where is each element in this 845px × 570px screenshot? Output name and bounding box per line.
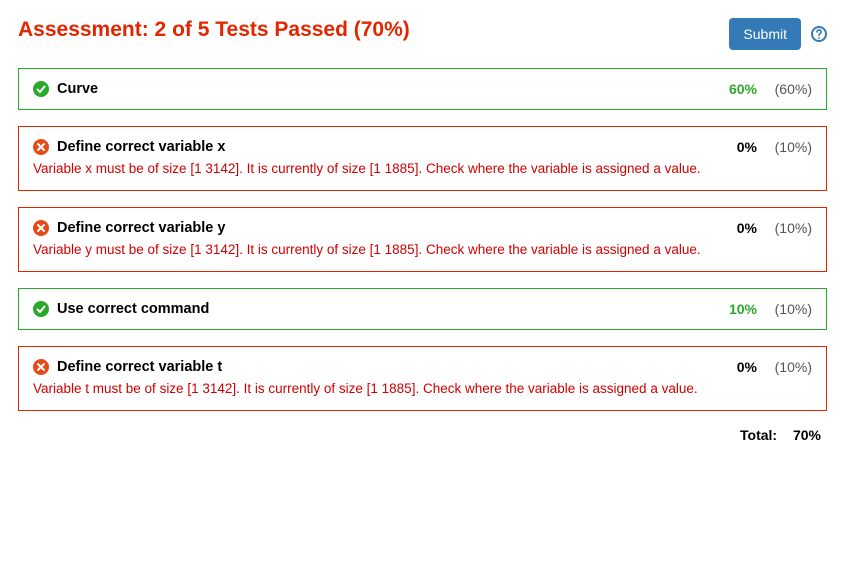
test-row: Curve60%(60%) — [33, 81, 812, 97]
page-title: Assessment: 2 of 5 Tests Passed (70%) — [18, 18, 410, 42]
test-row: Define correct variable y0%(10%) — [33, 220, 812, 236]
test-name: Use correct command — [57, 301, 702, 317]
test-score: 0% — [702, 359, 757, 375]
total-row: Total: 70% — [18, 427, 827, 443]
test-item: Use correct command10%(10%) — [18, 288, 827, 330]
header-actions: Submit — [729, 18, 827, 50]
total-value: 70% — [793, 427, 821, 443]
test-item: Define correct variable t0%(10%)Variable… — [18, 346, 827, 411]
test-score: 0% — [702, 139, 757, 155]
test-score: 0% — [702, 220, 757, 236]
test-item: Define correct variable x0%(10%)Variable… — [18, 126, 827, 191]
test-list: Curve60%(60%)Define correct variable x0%… — [18, 68, 827, 411]
test-weight: (10%) — [757, 359, 812, 375]
x-circle-icon — [33, 139, 49, 155]
test-item: Curve60%(60%) — [18, 68, 827, 110]
test-name: Define correct variable t — [57, 359, 702, 375]
test-name: Curve — [57, 81, 702, 97]
test-name: Define correct variable x — [57, 139, 702, 155]
x-circle-icon — [33, 359, 49, 375]
test-weight: (10%) — [757, 139, 812, 155]
test-score: 10% — [702, 301, 757, 317]
test-row: Define correct variable t0%(10%) — [33, 359, 812, 375]
test-error-message: Variable t must be of size [1 3142]. It … — [33, 375, 812, 398]
test-row: Define correct variable x0%(10%) — [33, 139, 812, 155]
test-weight: (10%) — [757, 301, 812, 317]
x-circle-icon — [33, 220, 49, 236]
test-item: Define correct variable y0%(10%)Variable… — [18, 207, 827, 272]
test-score: 60% — [702, 81, 757, 97]
test-error-message: Variable x must be of size [1 3142]. It … — [33, 155, 812, 178]
submit-button[interactable]: Submit — [729, 18, 801, 50]
help-icon[interactable] — [811, 26, 827, 42]
test-row: Use correct command10%(10%) — [33, 301, 812, 317]
test-error-message: Variable y must be of size [1 3142]. It … — [33, 236, 812, 259]
check-circle-icon — [33, 301, 49, 317]
test-name: Define correct variable y — [57, 220, 702, 236]
test-weight: (10%) — [757, 220, 812, 236]
check-circle-icon — [33, 81, 49, 97]
total-label: Total: — [740, 427, 777, 443]
header: Assessment: 2 of 5 Tests Passed (70%) Su… — [18, 18, 827, 50]
test-weight: (60%) — [757, 81, 812, 97]
